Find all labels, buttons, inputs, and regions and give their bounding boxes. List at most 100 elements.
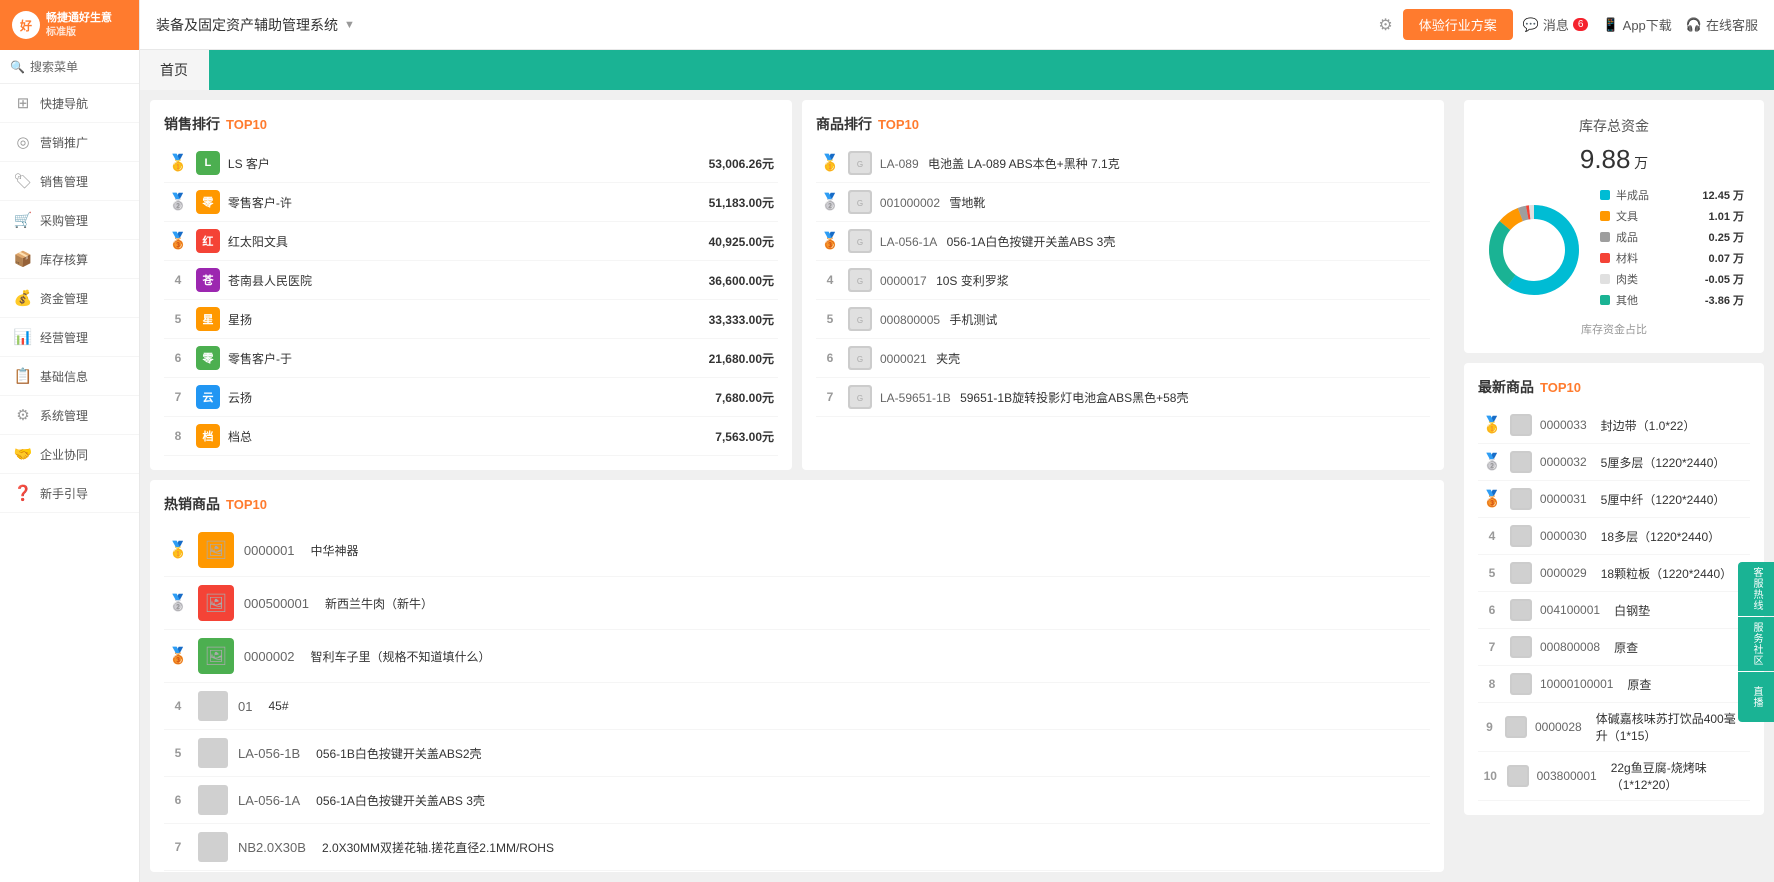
header-actions: 💬 消息 6 📱 App下载 🎧 在线客服 — [1523, 15, 1758, 34]
legend-value: -0.05 万 — [1705, 271, 1744, 287]
new-product-row: 10 003800001 22g鱼豆腐-烧烤味（1*12*20） — [1478, 752, 1750, 801]
hot-product-row: 🥇 🖼 0000001 中华神器 — [164, 524, 1430, 577]
sidebar-item-quick-nav[interactable]: ⊞ 快捷导航 — [0, 84, 139, 123]
message-action[interactable]: 💬 消息 6 — [1523, 15, 1589, 34]
sidebar-logo: 好 畅捷通好生意 标准版 — [0, 0, 139, 50]
hot-product-row: 6 LA-056-1A 056-1A白色按键开关盖ABS 3壳 — [164, 777, 1430, 824]
sidebar-search[interactable]: 🔍 搜索菜单 — [0, 50, 139, 84]
message-icon: 💬 — [1523, 17, 1539, 33]
system-name: 装备及固定资产辅助管理系统 — [156, 15, 338, 35]
online-service-action[interactable]: 🎧 在线客服 — [1686, 15, 1758, 34]
float-cs-hotline[interactable]: 客服热线 — [1738, 562, 1774, 616]
inventory-title: 库存总资金 — [1480, 116, 1748, 136]
float-cs-community[interactable]: 服务社区 — [1738, 617, 1774, 671]
product-thumb: G — [848, 346, 872, 370]
svg-text:G: G — [857, 394, 863, 403]
sales-ranking-title: 销售排行 TOP10 — [164, 114, 778, 134]
legend-dot — [1600, 295, 1610, 305]
app-download-action[interactable]: 📱 App下载 — [1602, 15, 1671, 34]
legend-dot — [1600, 253, 1610, 263]
np-thumb — [1510, 599, 1532, 621]
sidebar-label-inventory: 库存核算 — [40, 251, 88, 268]
hot-product-row: 5 LA-056-1B 056-1B白色按键开关盖ABS2壳 — [164, 730, 1430, 777]
sidebar-item-finance[interactable]: 💰 资金管理 — [0, 279, 139, 318]
product-code: 0000017 — [880, 274, 927, 288]
np-name: 5厘中纤（1220*2440） — [1601, 491, 1726, 508]
medal-icon: 🥉 — [168, 231, 188, 251]
sales-rank-row: 🥈 零 零售客户-许 51,183.00元 — [164, 183, 778, 222]
tab-home[interactable]: 首页 — [140, 50, 209, 90]
np-name: 18多层（1220*2440） — [1601, 528, 1720, 545]
hot-product-code: 01 — [238, 699, 252, 714]
sales-icon: 🏷 — [14, 172, 32, 190]
new-product-row: 7 000800008 原查 — [1478, 629, 1750, 666]
np-code: 000800008 — [1540, 640, 1600, 654]
product-rank-row: 4 G 0000017 10S 变利罗浆 — [816, 261, 1430, 300]
product-thumb: G — [848, 190, 872, 214]
medal-icon: 🥇 — [168, 153, 188, 173]
np-code: 0000033 — [1540, 418, 1587, 432]
np-name: 白钢垫 — [1614, 602, 1650, 619]
product-name: 电池盖 LA-089 ABS本色+黑种 7.1克 — [928, 157, 1120, 171]
rank-number: 7 — [168, 390, 188, 404]
sidebar-item-guide[interactable]: ❓ 新手引导 — [0, 474, 139, 513]
rank-avatar: 零 — [196, 190, 220, 214]
hot-products-label: 热销商品 — [164, 494, 220, 514]
search-label: 搜索菜单 — [30, 58, 78, 75]
product-name: 59651-1B旋转投影灯电池盒ABS黑色+58壳 — [960, 391, 1188, 405]
float-customer-service: 客服热线 服务社区 直播 — [1738, 562, 1774, 722]
medal-icon: 🥇 — [820, 153, 840, 173]
np-thumb — [1505, 716, 1527, 738]
right-panel: 库存总资金 9.88 万 — [1454, 90, 1774, 882]
rank-avatar: 档 — [196, 424, 220, 448]
product-thumb: G — [848, 229, 872, 253]
hot-product-name: 056-1B白色按键开关盖ABS2壳 — [316, 745, 1426, 762]
rank-number: 4 — [168, 273, 188, 287]
np-code: 0000031 — [1540, 492, 1587, 506]
inventory-total: 9.88 万 — [1480, 144, 1748, 175]
np-code: 0000028 — [1535, 720, 1582, 734]
product-rank-row: 🥇 G LA-089 电池盖 LA-089 ABS本色+黑种 7.1克 — [816, 144, 1430, 183]
rank-name: 云扬 — [228, 389, 707, 406]
sidebar-label-quick-nav: 快捷导航 — [40, 95, 88, 112]
new-product-row: 🥇 0000033 封边带（1.0*22） — [1478, 407, 1750, 444]
product-rank-row: 7 G LA-59651-1B 59651-1B旋转投影灯电池盒ABS黑色+58… — [816, 378, 1430, 417]
inventory-amount: 9.88 — [1580, 144, 1631, 174]
legend-item: 成品 0.25 万 — [1600, 229, 1744, 245]
inventory-icon: 📦 — [14, 250, 32, 268]
sidebar-item-inventory[interactable]: 📦 库存核算 — [0, 240, 139, 279]
legend-item: 材料 0.07 万 — [1600, 250, 1744, 266]
product-info: 001000002 雪地靴 — [880, 194, 1426, 211]
inventory-unit: 万 — [1634, 155, 1648, 171]
rank-amount: 40,925.00元 — [709, 233, 774, 250]
np-thumb — [1510, 636, 1532, 658]
sidebar-item-purchase[interactable]: 🛒 采购管理 — [0, 201, 139, 240]
trial-button[interactable]: 体验行业方案 — [1403, 9, 1513, 40]
header: 装备及固定资产辅助管理系统 ▼ ⚙ 体验行业方案 💬 消息 6 📱 App下载 … — [140, 0, 1774, 50]
sidebar-item-operations[interactable]: 📊 经营管理 — [0, 318, 139, 357]
sidebar-item-marketing[interactable]: ◎ 营销推广 — [0, 123, 139, 162]
product-rank-row: 🥈 G 001000002 雪地靴 — [816, 183, 1430, 222]
system-dropdown-icon[interactable]: ▼ — [344, 19, 355, 31]
hot-product-code: LA-056-1A — [238, 793, 300, 808]
legend-dot — [1600, 274, 1610, 284]
hot-products-title: 热销商品 TOP10 — [164, 494, 1430, 514]
sidebar-item-system[interactable]: ⚙ 系统管理 — [0, 396, 139, 435]
rank-name: 档总 — [228, 428, 707, 445]
sidebar-label-operations: 经营管理 — [40, 329, 88, 346]
settings-icon[interactable]: ⚙ — [1378, 15, 1392, 35]
rank-name: 星扬 — [228, 311, 701, 328]
hot-product-row: 8 0000011 12070519-xs — [164, 871, 1430, 872]
medal-icon: 🥈 — [168, 192, 188, 212]
svg-text:G: G — [857, 160, 863, 169]
legend-value: 12.45 万 — [1702, 187, 1744, 203]
hot-product-thumb — [198, 832, 228, 862]
sidebar-item-base-info[interactable]: 📋 基础信息 — [0, 357, 139, 396]
hot-products-list: 🥇 🖼 0000001 中华神器 🥈 🖼 000500001 新西兰牛肉（新牛）… — [164, 524, 1430, 872]
sidebar-item-cooperation[interactable]: 🤝 企业协同 — [0, 435, 139, 474]
np-code: 0000030 — [1540, 529, 1587, 543]
sidebar-item-sales[interactable]: 🏷 销售管理 — [0, 162, 139, 201]
float-cs-live[interactable]: 直播 — [1738, 672, 1774, 722]
svg-text:G: G — [857, 277, 863, 286]
rank-name: LS 客户 — [228, 155, 701, 172]
